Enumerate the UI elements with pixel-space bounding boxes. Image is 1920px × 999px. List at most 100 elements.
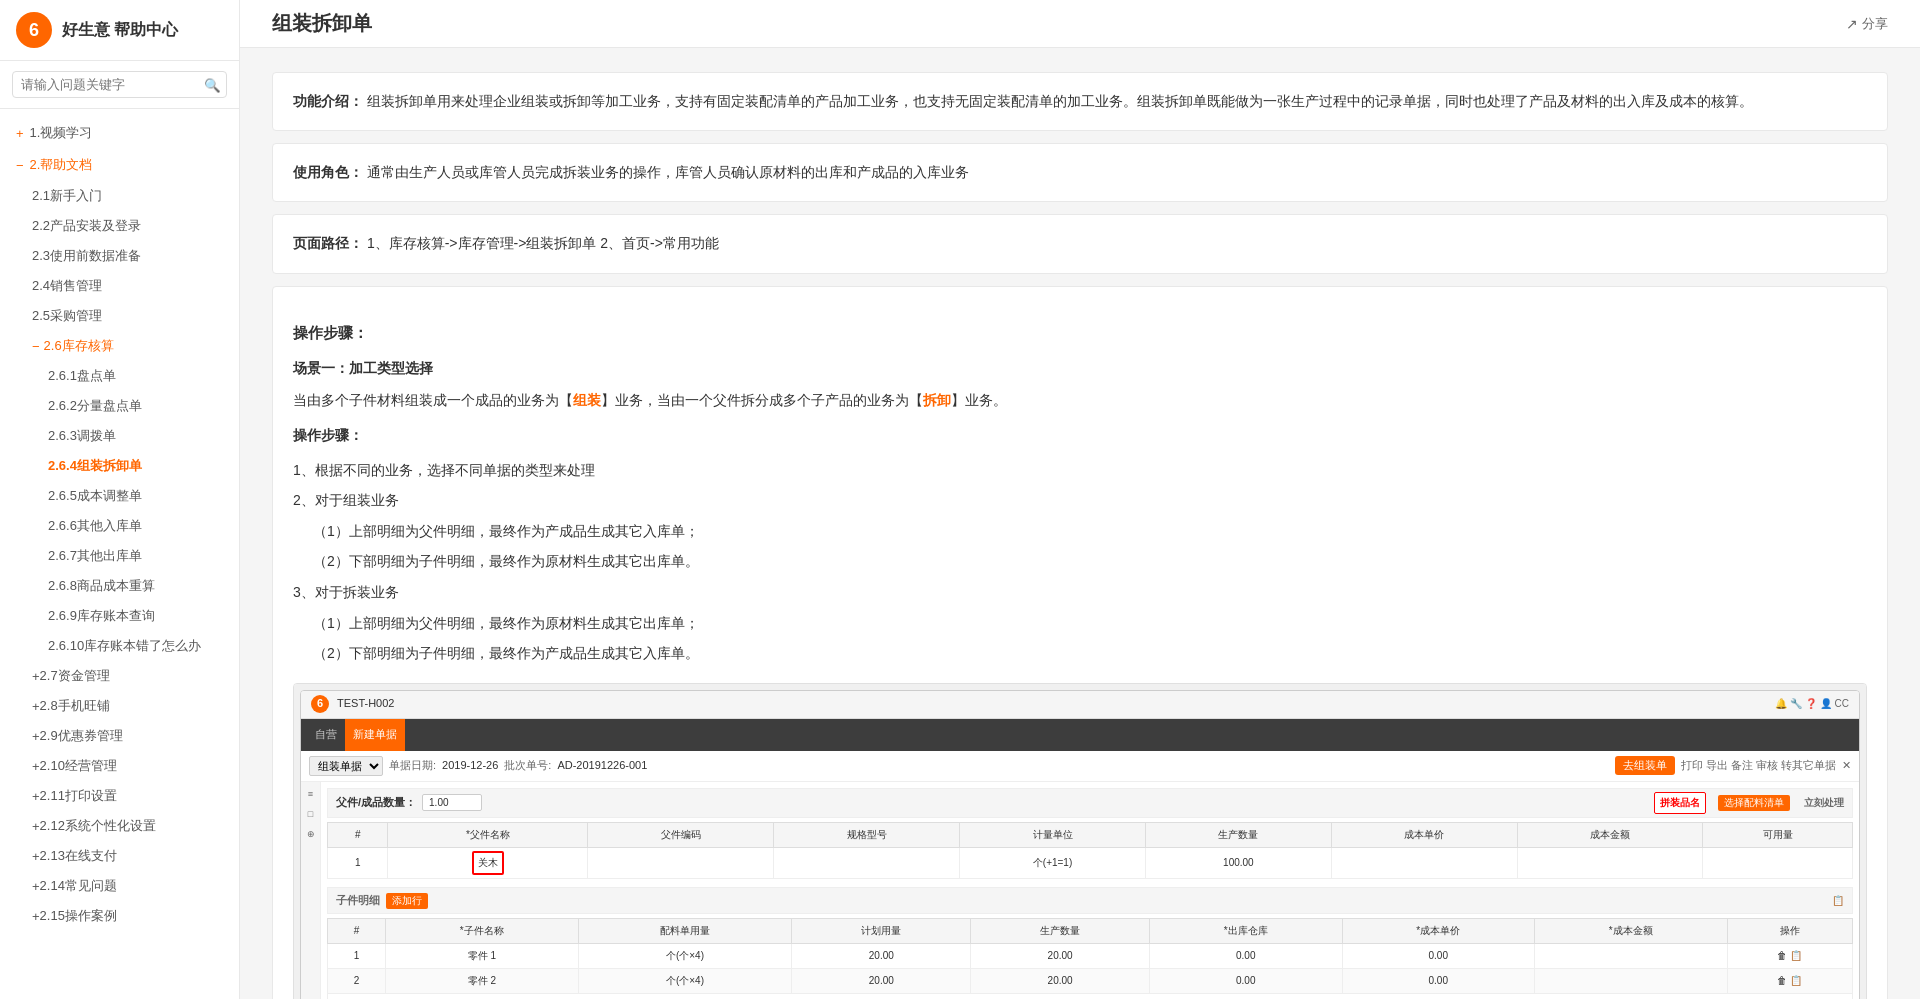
lcol-check: # <box>328 919 386 944</box>
mock-type-select[interactable]: 组装单据 拆卸单据 <box>309 756 383 776</box>
sidebar-item-purchase[interactable]: 2.5采购管理 <box>0 301 239 331</box>
sidebar-item-install[interactable]: 2.2产品安装及登录 <box>0 211 239 241</box>
sidebar-item-ledger-query[interactable]: 2.6.9库存账本查询 <box>0 601 239 631</box>
table-row: 1 关木 个(+1=1) 100.00 <box>328 847 1853 878</box>
sidebar-item-ledger-fix[interactable]: 2.6.10库存账本错了怎么办 <box>0 631 239 661</box>
td-8 <box>1517 847 1703 878</box>
share-button[interactable]: ↗ 分享 <box>1846 15 1888 33</box>
mock-confirm-btn[interactable]: 立刻处理 <box>1804 794 1844 812</box>
td-2: 关木 <box>388 847 588 878</box>
ltd2-3: 个(个×4) <box>578 969 792 994</box>
table-row: 1 零件 1 个(个×4) 20.00 20.00 0.00 0.00 <box>328 944 1853 969</box>
ltd2-7: 0.00 <box>1342 969 1535 994</box>
sidebar-item-data-prep[interactable]: 2.3使用前数据准备 <box>0 241 239 271</box>
plus-icon-cust: + <box>32 819 40 834</box>
sidebar-item-manage[interactable]: + 2.10经营管理 <box>0 751 239 781</box>
ltd2-6: 0.00 <box>1150 969 1343 994</box>
col-parent-code: *父件名称 <box>388 822 588 847</box>
role-block: 使用角色： 通常由生产人员或库管人员完成拆装业务的操作，库管人员确认原材料的出库… <box>272 143 1888 202</box>
sidebar-item-cost-adj[interactable]: 2.6.5成本调整单 <box>0 481 239 511</box>
sidebar-item-assembly[interactable]: 2.6.4组装拆卸单 <box>0 451 239 481</box>
ltd2-5: 20.00 <box>971 969 1150 994</box>
mock-lower-label: 子件明细 <box>336 891 380 911</box>
mock-icon-2: □ <box>308 806 313 822</box>
plus-icon-mob: + <box>32 699 40 714</box>
ops-steps-label: 操作步骤： <box>293 423 1867 448</box>
sidebar-item-coupon[interactable]: + 2.9优惠券管理 <box>0 721 239 751</box>
ltd-8 <box>1535 944 1728 969</box>
mock-select-btn[interactable]: 选择配料清单 <box>1718 795 1790 811</box>
step-3: 3、对于拆装业务 <box>293 579 1867 606</box>
sidebar-item-finance[interactable]: + 2.7资金管理 <box>0 661 239 691</box>
td-6: 100.00 <box>1145 847 1331 878</box>
plus-icon-cases: + <box>32 909 40 924</box>
search-input[interactable] <box>12 71 227 98</box>
sidebar-item-inventory[interactable]: − 2.6库存核算 <box>0 331 239 361</box>
sidebar-item-newbie[interactable]: 2.1新手入门 <box>0 181 239 211</box>
ltd-4: 20.00 <box>792 944 971 969</box>
mock-nav-home[interactable]: 自营 <box>307 719 345 751</box>
mock-icon-1: ≡ <box>308 786 313 802</box>
mock-qty-input[interactable] <box>422 794 482 811</box>
scene1-title: 场景一：加工类型选择 <box>293 356 1867 381</box>
plus-icon-pay: + <box>32 849 40 864</box>
ltd-3: 个(个×4) <box>578 944 792 969</box>
share-icon: ↗ <box>1846 16 1858 32</box>
mock-lower-header: 子件明细 添加行 📋 <box>327 887 1853 915</box>
plus-icon-fin: + <box>32 669 40 684</box>
mock-icons: 🔔 🔧 ❓ 👤 CC <box>1775 695 1849 713</box>
scene1-desc: 当由多个子件材料组装成一个成品的业务为【组装】业务，当由一个父件拆分成多个子产品… <box>293 387 1867 414</box>
col-parent-name: 父件编码 <box>588 822 774 847</box>
ltd-2: 零件 1 <box>386 944 579 969</box>
page-title: 组装拆卸单 <box>272 10 372 37</box>
col-check: # <box>328 822 388 847</box>
step2-sublist: （1）上部明细为父件明细，最终作为产成品生成其它入库单； （2）下部明细为子件明… <box>313 518 1867 575</box>
sidebar-item-customize[interactable]: + 2.12系统个性化设置 <box>0 811 239 841</box>
plus-icon-mng: + <box>32 759 40 774</box>
col-cost: 成本单价 <box>1331 822 1517 847</box>
mock-assembly-btn[interactable]: 去组装单 <box>1615 756 1675 775</box>
sidebar-item-stocktake[interactable]: 2.6.1盘点单 <box>0 361 239 391</box>
intro-block: 功能介绍： 组装拆卸单用来处理企业组装或拆卸等加工业务，支持有固定装配清单的产品… <box>272 72 1888 131</box>
mock-date-val: 2019-12-26 <box>442 756 498 776</box>
sidebar-item-partial-stocktake[interactable]: 2.6.2分量盘点单 <box>0 391 239 421</box>
screenshot-image: 6 TEST-H002 🔔 🔧 ❓ 👤 CC 自营 新建单据 <box>293 683 1867 999</box>
mock-toolbar: 组装单据 拆卸单据 单据日期: 2019-12-26 批次单号: AD-2019… <box>301 751 1859 782</box>
sidebar-item-sales[interactable]: 2.4销售管理 <box>0 271 239 301</box>
step-2-1: （1）上部明细为父件明细，最终作为产成品生成其它入库单； <box>313 518 1867 545</box>
mock-bom-input[interactable]: 拼装品名 <box>1654 792 1706 814</box>
td-3 <box>588 847 774 878</box>
sidebar-item-cost-recalc[interactable]: 2.6.8商品成本重算 <box>0 571 239 601</box>
sidebar-item-other-out[interactable]: 2.6.7其他出库单 <box>0 541 239 571</box>
search-button[interactable]: 🔍 <box>204 77 221 92</box>
ltd-5: 20.00 <box>971 944 1150 969</box>
mock-logo: 6 <box>311 695 329 713</box>
step-1: 1、根据不同的业务，选择不同单据的类型来处理 <box>293 457 1867 484</box>
path-block: 页面路径： 1、库存核算->库存管理->组装拆卸单 2、首页->常用功能 <box>272 214 1888 273</box>
content-area: 功能介绍： 组装拆卸单用来处理企业组装或拆卸等加工业务，支持有固定装配清单的产品… <box>240 48 1920 999</box>
mock-nav-new[interactable]: 新建单据 <box>345 719 405 751</box>
sidebar-item-cases[interactable]: + 2.15操作案例 <box>0 901 239 931</box>
mock-main-body: 父件/成品数量： 拼装品名 选择配料清单 立刻处理 <box>321 782 1859 999</box>
sidebar-item-print[interactable]: + 2.11打印设置 <box>0 781 239 811</box>
sidebar-item-mobile[interactable]: + 2.8手机旺铺 <box>0 691 239 721</box>
col-qty: 生产数量 <box>1145 822 1331 847</box>
sidebar-item-other-in[interactable]: 2.6.6其他入库单 <box>0 511 239 541</box>
plus-icon-prn: + <box>32 789 40 804</box>
lcol-child-code: *子件名称 <box>386 919 579 944</box>
step-3-2: （2）下部明细为子件明细，最终作为产成品生成其它入库单。 <box>313 640 1867 667</box>
ltd-6: 0.00 <box>1150 944 1343 969</box>
col-avail: 可用量 <box>1703 822 1853 847</box>
sidebar-item-transfer[interactable]: 2.6.3调拨单 <box>0 421 239 451</box>
mock-close[interactable]: ✕ <box>1842 756 1851 776</box>
sidebar-item-docs[interactable]: − 2.帮助文档 <box>0 149 239 181</box>
table-row <box>328 994 1853 999</box>
sidebar-item-video[interactable]: + 1.视频学习 <box>0 117 239 149</box>
sidebar-item-faq[interactable]: + 2.14常见问题 <box>0 871 239 901</box>
screenshot-inner: 6 TEST-H002 🔔 🔧 ❓ 👤 CC 自营 新建单据 <box>294 684 1866 999</box>
td-1: 1 <box>328 847 388 878</box>
logo-text: 好生意 帮助中心 <box>62 20 178 41</box>
sidebar-item-payment[interactable]: + 2.13在线支付 <box>0 841 239 871</box>
step-3-1: （1）上部明细为父件明细，最终作为原材料生成其它出库单； <box>313 610 1867 637</box>
mock-add-row-btn[interactable]: 添加行 <box>386 893 428 909</box>
